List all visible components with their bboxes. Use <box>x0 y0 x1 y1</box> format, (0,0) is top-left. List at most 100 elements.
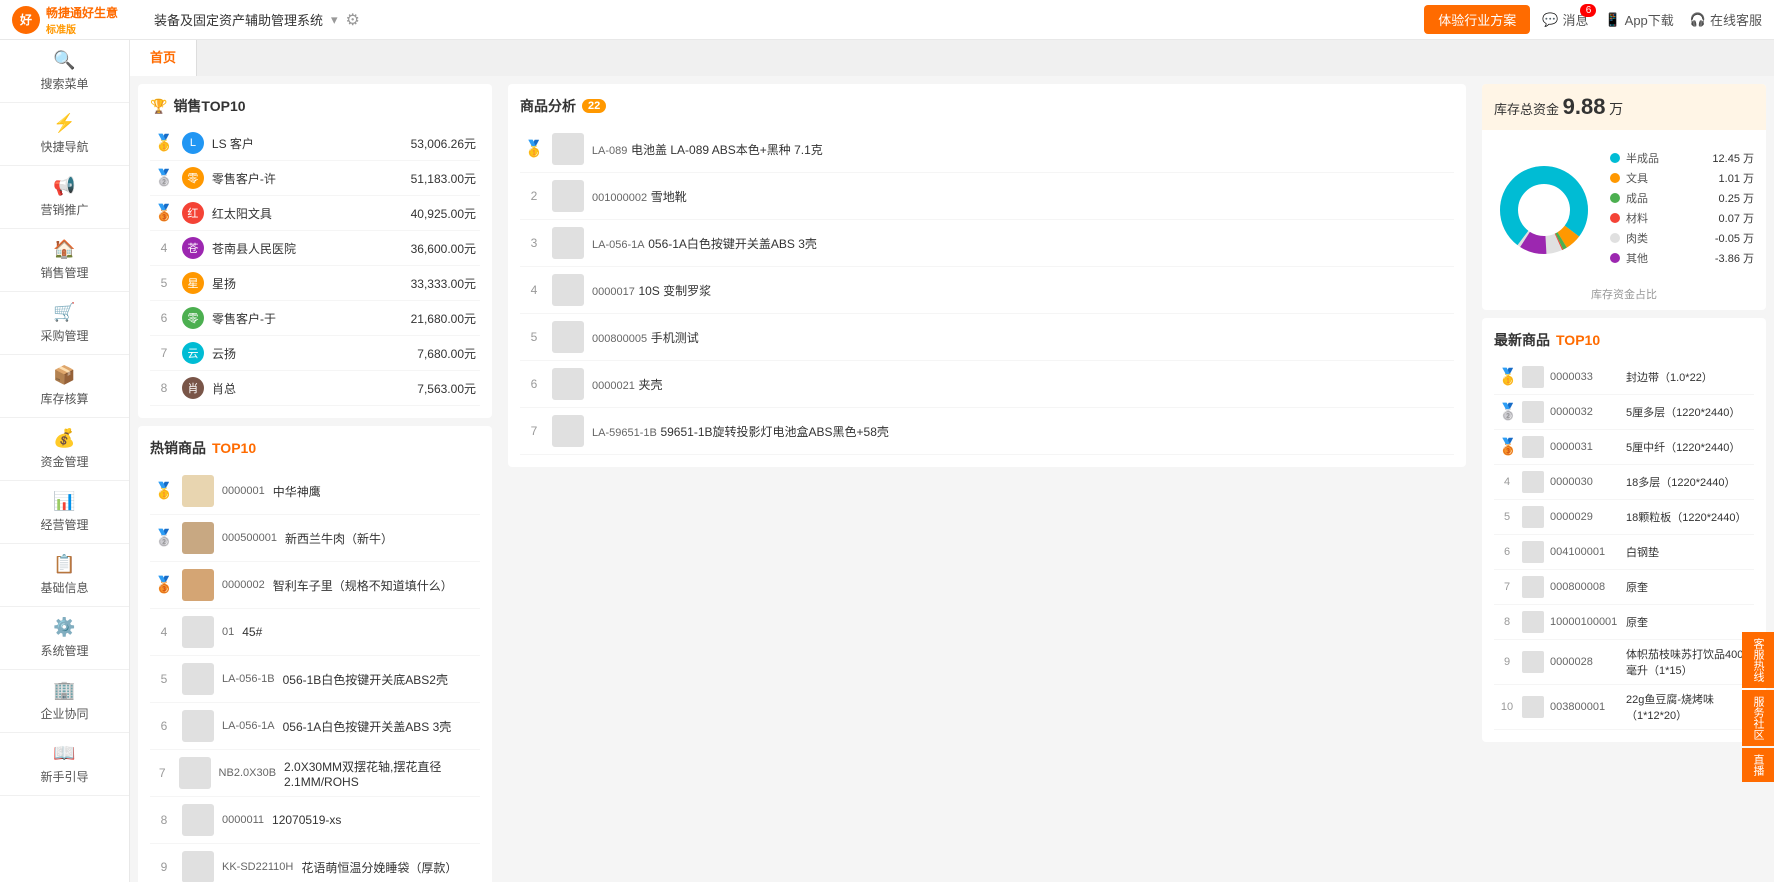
sidebar-label-guide: 新手引导 <box>40 768 88 785</box>
product-code-2: 000500001 <box>222 532 277 544</box>
top-product-item: 2 001000002 雪地靴 <box>520 173 1454 220</box>
sidebar-label-search: 搜索菜单 <box>40 75 88 92</box>
sidebar-item-finance[interactable]: 💰 资金管理 <box>0 418 129 481</box>
top-product-img-1 <box>552 133 584 165</box>
sidebar-label-system: 系统管理 <box>40 642 88 659</box>
message-btn[interactable]: 💬 消息 6 <box>1542 10 1588 29</box>
legend-item-finished: 成品 0.25 万 <box>1610 190 1754 206</box>
np-code-2: 0000032 <box>1550 406 1620 418</box>
sidebar: 🔍 搜索菜单 ⚡ 快捷导航 📢 营销推广 🏠 销售管理 🛒 采购管理 📦 库存核… <box>0 40 130 882</box>
hot-products-title-text: 热销商品 <box>150 438 206 458</box>
np-medal-2: 🥈 <box>1498 402 1516 422</box>
inventory-card: 库存总资金 9.88 万 <box>1482 84 1766 310</box>
inventory-footer: 库存资金占比 <box>1494 282 1754 302</box>
legend-label-other: 其他 <box>1626 250 1709 266</box>
np-name-7: 原奎 <box>1626 579 1750 595</box>
system-title: 装备及固定资产辅助管理系统 <box>154 10 323 29</box>
sidebar-item-inventory[interactable]: 📦 库存核算 <box>0 355 129 418</box>
tab-home[interactable]: 首页 <box>130 40 197 76</box>
legend-item-stationery: 文具 1.01 万 <box>1610 170 1754 186</box>
top-bar: 好 畅捷通好生意 标准版 装备及固定资产辅助管理系统 ▾ ⚙ 体验行业方案 💬 … <box>0 0 1774 40</box>
product-name-6: 056-1A白色按键开关盖ABS 3壳 <box>283 718 452 735</box>
customer-name-2: 零售客户-许 <box>212 170 403 187</box>
top-product-name-2: 雪地靴 <box>651 190 687 204</box>
sidebar-label-marketing: 营销推广 <box>40 201 88 218</box>
top-product-img-6 <box>552 368 584 400</box>
np-img-8 <box>1522 611 1544 633</box>
np-medal-3: 🥉 <box>1498 437 1516 457</box>
sidebar-item-system[interactable]: ⚙️ 系统管理 <box>0 607 129 670</box>
finance-icon: 💰 <box>53 428 75 449</box>
customer-amount-6: 21,680.00元 <box>411 310 476 327</box>
top-product-img-7 <box>552 415 584 447</box>
np-name-9: 体帜茄枝味苏打饮品400毫升（1*15） <box>1626 646 1750 678</box>
top-product-item: 7 LA-59651-1B 59651-1B旋转投影灯电池盒ABS黑色+58壳 <box>520 408 1454 455</box>
sidebar-item-sales[interactable]: 🏠 销售管理 <box>0 229 129 292</box>
np-img-5 <box>1522 506 1544 528</box>
product-analysis-badge: 22 <box>582 99 606 113</box>
content: 首页 🏆 销售TOP10 🥇 L LS 客户 53,006.26元 <box>130 40 1774 882</box>
sidebar-label-sales: 销售管理 <box>40 264 88 281</box>
product-code-9: KK-SD22110H <box>222 861 293 873</box>
sidebar-item-basic[interactable]: 📋 基础信息 <box>0 544 129 607</box>
product-img-4 <box>182 616 214 648</box>
customer-amount-7: 7,680.00元 <box>417 345 476 362</box>
rank-num-7: 7 <box>154 346 174 360</box>
message-icon: 💬 <box>1542 12 1558 28</box>
settings-icon[interactable]: ⚙ <box>346 10 360 30</box>
top-product-img-2 <box>552 180 584 212</box>
donut-chart <box>1494 160 1594 260</box>
np-medal-1: 🥇 <box>1498 367 1516 387</box>
new-product-item: 10 003800001 22g鱼豆腐-烧烤味（1*12*20） <box>1494 685 1754 730</box>
sidebar-item-operation[interactable]: 📊 经营管理 <box>0 481 129 544</box>
legend-dot-semi <box>1610 153 1620 163</box>
product-name-7: 2.0X30MM双摆花轴,摆花直径2.1MM/ROHS <box>284 758 476 789</box>
sidebar-label-inventory: 库存核算 <box>40 390 88 407</box>
product-code-8: 0000011 <box>222 814 264 826</box>
np-name-1: 封边带（1.0*22） <box>1626 369 1750 385</box>
operation-icon: 📊 <box>53 491 75 512</box>
new-product-item: 8 10000100001 原奎 <box>1494 605 1754 640</box>
new-product-item: 🥉 0000031 5厘中纤（1220*2440） <box>1494 430 1754 465</box>
product-name-1: 中华神鹰 <box>273 483 321 500</box>
np-code-6: 004100001 <box>1550 546 1620 558</box>
online-service-btn[interactable]: 🎧 在线客服 <box>1690 10 1762 29</box>
top-product-medal-1: 🥇 <box>524 139 544 159</box>
top-product-code-4: 0000017 <box>592 286 635 298</box>
sidebar-item-marketing[interactable]: 📢 营销推广 <box>0 166 129 229</box>
hot-products-title: 热销商品 TOP10 <box>150 438 480 458</box>
product-item: 9 KK-SD22110H 花语萌恒温分娩睡袋（厚款） <box>150 844 480 882</box>
product-img-7 <box>179 757 211 789</box>
dropdown-icon[interactable]: ▾ <box>331 12 338 28</box>
rank-badge-8: 肖 <box>182 377 204 399</box>
sales-icon: 🏠 <box>53 239 75 260</box>
list-item: 7 云 云扬 7,680.00元 <box>150 336 480 371</box>
np-img-3 <box>1522 436 1544 458</box>
product-img-9 <box>182 851 214 882</box>
top-product-code-6: 0000021 <box>592 380 635 392</box>
inventory-title: 库存总资金 <box>1494 102 1559 117</box>
sidebar-item-guide[interactable]: 📖 新手引导 <box>0 733 129 796</box>
service-community-btn[interactable]: 服务社区 <box>1742 690 1774 746</box>
top-product-name-5: 手机测试 <box>651 331 699 345</box>
customer-service-btn[interactable]: 客服热线 <box>1742 632 1774 688</box>
sidebar-item-search[interactable]: 🔍 搜索菜单 <box>0 40 129 103</box>
product-name-4: 45# <box>242 625 262 639</box>
sidebar-item-purchase[interactable]: 🛒 采购管理 <box>0 292 129 355</box>
new-product-item: 9 0000028 体帜茄枝味苏打饮品400毫升（1*15） <box>1494 640 1754 685</box>
new-product-item: 4 0000030 18多层（1220*2440） <box>1494 465 1754 500</box>
basic-icon: 📋 <box>53 554 75 575</box>
list-item: 5 星 星扬 33,333.00元 <box>150 266 480 301</box>
direct-btn[interactable]: 直播 <box>1742 748 1774 782</box>
main-layout: 🔍 搜索菜单 ⚡ 快捷导航 📢 营销推广 🏠 销售管理 🛒 采购管理 📦 库存核… <box>0 40 1774 882</box>
sidebar-item-shortcut[interactable]: ⚡ 快捷导航 <box>0 103 129 166</box>
trial-button[interactable]: 体验行业方案 <box>1424 5 1530 34</box>
app-download-btn[interactable]: 📱 App下载 <box>1604 10 1673 29</box>
product-item: 🥉 0000002 智利车子里（规格不知道填什么） <box>150 562 480 609</box>
sidebar-item-company[interactable]: 🏢 企业协同 <box>0 670 129 733</box>
legend-dot-stationery <box>1610 173 1620 183</box>
customer-amount-8: 7,563.00元 <box>417 380 476 397</box>
marketing-icon: 📢 <box>53 176 75 197</box>
legend-value-other: -3.86 万 <box>1715 250 1754 266</box>
top-product-name-4: 10S 变制罗浆 <box>638 284 711 298</box>
